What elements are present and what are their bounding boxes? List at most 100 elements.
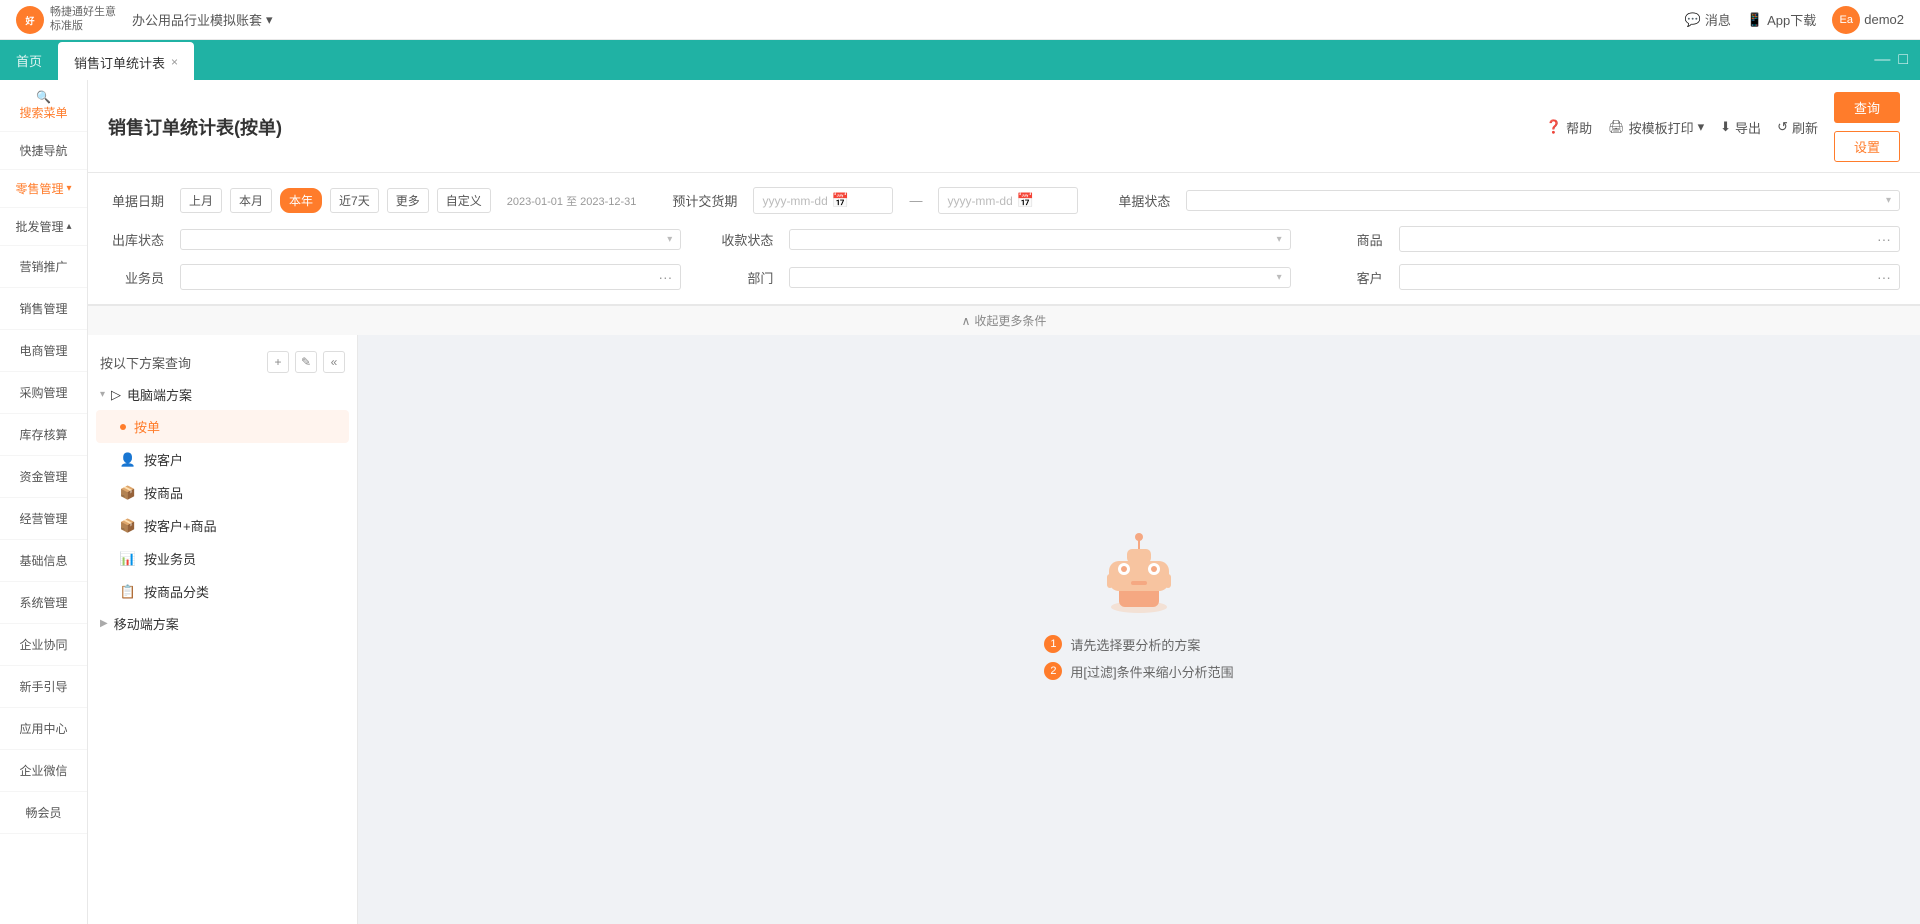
analysis-item-by-goods[interactable]: 📦 按商品 [96,476,349,509]
sidebar-item-newbie[interactable]: 新手引导 [0,666,87,708]
corpwechat-label: 企业微信 [19,762,67,779]
date-btn-this-year[interactable]: 本年 [280,188,322,213]
sidebar-search[interactable]: 🔍 搜索菜单 [0,80,87,132]
sidebar-item-ecommerce[interactable]: 电商管理 [0,330,87,372]
refresh-btn[interactable]: ↺ 刷新 [1777,118,1818,137]
section-mobile-label: 移动端方案 [114,614,179,633]
date-range-text: 2023-01-01 至 2023-12-31 [507,193,637,209]
section-mobile-title[interactable]: ▶ 移动端方案 [96,608,349,639]
print-label: 按模板打印 [1629,118,1694,137]
sidebar-item-basic[interactable]: 基础信息 [0,540,87,582]
empty-hint-1: 1 请先选择要分析的方案 [1044,635,1233,654]
sidebar-item-operations[interactable]: 经营管理 [0,498,87,540]
sidebar-item-appcenter[interactable]: 应用中心 [0,708,87,750]
department-label: 部门 [717,268,773,287]
delivery-status-select[interactable]: ▾ [180,229,681,250]
tab-sales-order-stats[interactable]: 销售订单统计表 × [58,42,194,82]
analysis-item-by-customer-goods[interactable]: 📦 按客户+商品 [96,509,349,542]
export-label: 导出 [1735,118,1761,137]
calendar-from-icon[interactable]: 📅 [832,192,849,209]
svg-text:好: 好 [24,15,34,26]
message-btn[interactable]: 💬 消息 [1685,10,1731,29]
enterprise-label: 企业协同 [19,636,67,653]
tab-home[interactable]: 首页 [0,40,58,80]
by-salesperson-icon: 📊 [120,551,136,567]
collapse-scheme-btn[interactable]: « [323,351,345,373]
customer-more-icon[interactable]: ··· [1877,269,1891,285]
sidebar-item-inventory[interactable]: 库存核算 [0,414,87,456]
marketing-label: 营销推广 [19,258,67,275]
goods-input[interactable]: ··· [1399,226,1900,252]
edit-scheme-btn[interactable]: ✎ [295,351,317,373]
by-goods-icon: 📦 [120,485,136,501]
ecommerce-label: 电商管理 [19,342,67,359]
goods-more-icon[interactable]: ··· [1877,231,1891,247]
department-select[interactable]: ▾ [789,267,1290,288]
settings-button[interactable]: 设置 [1834,131,1900,162]
payment-status-select[interactable]: ▾ [789,229,1290,250]
help-label: 帮助 [1566,118,1592,137]
sidebar-item-retail[interactable]: 零售管理 ▾ [0,170,87,208]
date-btn-this-month[interactable]: 本月 [230,188,272,213]
salesperson-more-icon[interactable]: ··· [658,269,672,285]
wholesale-label: 批发管理 [15,218,63,235]
sidebar-item-sales[interactable]: 销售管理 [0,288,87,330]
calendar-to-icon[interactable]: 📅 [1017,192,1034,209]
date-btn-more[interactable]: 更多 [387,188,429,213]
query-button[interactable]: 查询 [1834,92,1900,123]
sidebar-item-finance[interactable]: 资金管理 [0,456,87,498]
customer-input[interactable]: ··· [1399,264,1900,290]
sidebar-item-marketing[interactable]: 营销推广 [0,246,87,288]
refresh-icon: ↺ [1777,119,1788,135]
analysis-item-by-goods-category[interactable]: 📋 按商品分类 [96,575,349,608]
help-btn[interactable]: ❓ 帮助 [1546,118,1592,137]
sidebar-item-system[interactable]: 系统管理 [0,582,87,624]
date-btn-group: 上月 本月 本年 近7天 更多 自定义 [180,188,491,213]
left-panel-title: 按以下方案查询 [100,353,191,372]
sales-label: 销售管理 [19,300,67,317]
right-content: 1 请先选择要分析的方案 2 用[过滤]条件来缩小分析范围 [358,335,1920,924]
salesperson-input[interactable]: ··· [180,264,681,290]
empty-state: 1 请先选择要分析的方案 2 用[过滤]条件来缩小分析范围 [358,335,1920,924]
item-by-salesperson-label: 按业务员 [144,549,196,568]
tab-maximize-btn[interactable]: □ [1898,51,1908,69]
sidebar-item-corpwechat[interactable]: 企业微信 [0,750,87,792]
user-area[interactable]: Ea demo2 [1832,6,1904,34]
expected-date-to[interactable]: yyyy-mm-dd 📅 [938,187,1078,214]
section-pc-title[interactable]: ▾ ▷ 电脑端方案 [96,379,349,410]
app-selector[interactable]: 办公用品行业模拟账套 ▾ [124,10,281,29]
date-btn-custom[interactable]: 自定义 [437,188,491,213]
hint-2-num: 2 [1044,662,1062,680]
date-btn-last-month[interactable]: 上月 [180,188,222,213]
section-pc-label: 电脑端方案 [127,385,192,404]
analysis-item-by-customer[interactable]: 👤 按客户 [96,443,349,476]
sidebar-shortcut-nav[interactable]: 快捷导航 [0,132,87,170]
item-by-order-dot [120,424,126,430]
export-btn[interactable]: ⬇ 导出 [1720,118,1761,137]
page-header: 销售订单统计表(按单) ❓ 帮助 🖨 按模板打印 ▾ ⬇ 导出 ↺ 刷新 [88,80,1920,173]
tab-close-icon[interactable]: × [171,55,178,69]
analysis-item-by-order[interactable]: 按单 [96,410,349,443]
hint-1-num: 1 [1044,635,1062,653]
hint-1-text: 请先选择要分析的方案 [1070,635,1200,654]
print-btn[interactable]: 🖨 按模板打印 ▾ [1608,118,1704,137]
expected-date-from[interactable]: yyyy-mm-dd 📅 [753,187,893,214]
avatar: Ea [1832,6,1860,34]
date-btn-7days[interactable]: 近7天 [330,188,379,213]
date-to-placeholder: yyyy-mm-dd [947,194,1012,208]
analysis-item-by-salesperson[interactable]: 📊 按业务员 [96,542,349,575]
sidebar-item-wholesale[interactable]: 批发管理 ▴ [0,208,87,246]
collapse-btn[interactable]: ∧ 收起更多条件 [88,305,1920,335]
tab-minimize-btn[interactable]: — [1874,51,1890,69]
app-download-btn[interactable]: 📱 App下载 [1747,10,1816,29]
sidebar-item-purchase[interactable]: 采购管理 [0,372,87,414]
add-scheme-btn[interactable]: + [267,351,289,373]
analysis-layout: 按以下方案查询 + ✎ « ▾ ▷ 电脑端方案 按单 [88,335,1920,924]
sidebar-item-enterprise[interactable]: 企业协同 [0,624,87,666]
print-icon: 🖨 [1608,119,1625,135]
sidebar-item-member[interactable]: 畅会员 [0,792,87,834]
left-panel: 按以下方案查询 + ✎ « ▾ ▷ 电脑端方案 按单 [88,335,358,924]
item-by-goods-label: 按商品 [144,483,183,502]
doc-status-select[interactable]: ▾ [1186,190,1900,211]
hint-2-text: 用[过滤]条件来缩小分析范围 [1070,662,1233,681]
